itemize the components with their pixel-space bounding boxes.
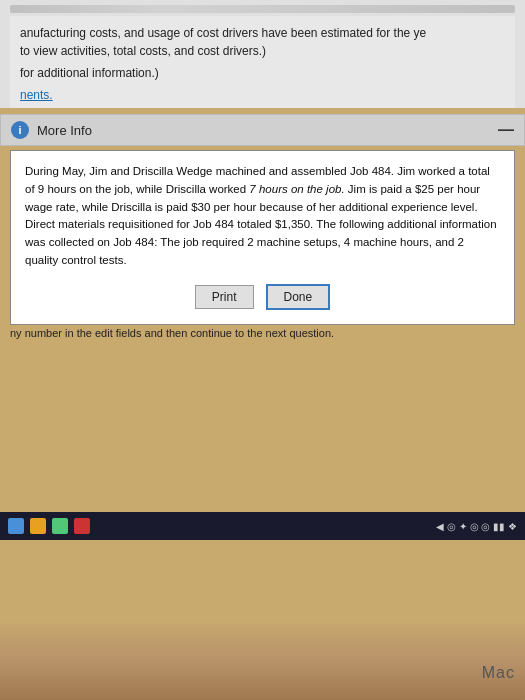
done-button[interactable]: Done <box>266 284 331 310</box>
taskbar-time: ◀ ◎ ✦ ◎ ◎ ▮▮ ❖ <box>436 521 517 532</box>
modal-button-row: Print Done <box>25 284 500 310</box>
print-button[interactable]: Print <box>195 285 254 309</box>
desk-surface: Mac <box>0 620 525 700</box>
modal-body-text: During May, Jim and Driscilla Wedge mach… <box>25 163 500 270</box>
more-info-bar[interactable]: i More Info — <box>0 114 525 146</box>
intro-text-section: anufacturing costs, and usage of cost dr… <box>10 16 515 108</box>
more-info-label: More Info <box>37 123 92 138</box>
taskbar-icon-1[interactable] <box>8 518 24 534</box>
taskbar-icon-3[interactable] <box>52 518 68 534</box>
more-info-left: i More Info <box>11 121 92 139</box>
taskbar-right: ◀ ◎ ✦ ◎ ◎ ▮▮ ❖ <box>436 521 517 532</box>
modal-dialog: During May, Jim and Driscilla Wedge mach… <box>10 150 515 325</box>
mac-label: Mac <box>482 664 515 682</box>
intro-line-1: anufacturing costs, and usage of cost dr… <box>20 24 505 42</box>
top-content-area: anufacturing costs, and usage of cost dr… <box>0 0 525 108</box>
taskbar-icon-4[interactable] <box>74 518 90 534</box>
intro-line-2: to view activities, total costs, and cos… <box>20 42 505 60</box>
taskbar-icon-2[interactable] <box>30 518 46 534</box>
taskbar-left <box>8 518 90 534</box>
collapse-icon[interactable]: — <box>498 121 514 139</box>
intro-line-4[interactable]: nents. <box>20 86 505 104</box>
taskbar: ◀ ◎ ✦ ◎ ◎ ▮▮ ❖ <box>0 512 525 540</box>
intro-line-3: for additional information.) <box>20 64 505 82</box>
info-icon: i <box>11 121 29 139</box>
